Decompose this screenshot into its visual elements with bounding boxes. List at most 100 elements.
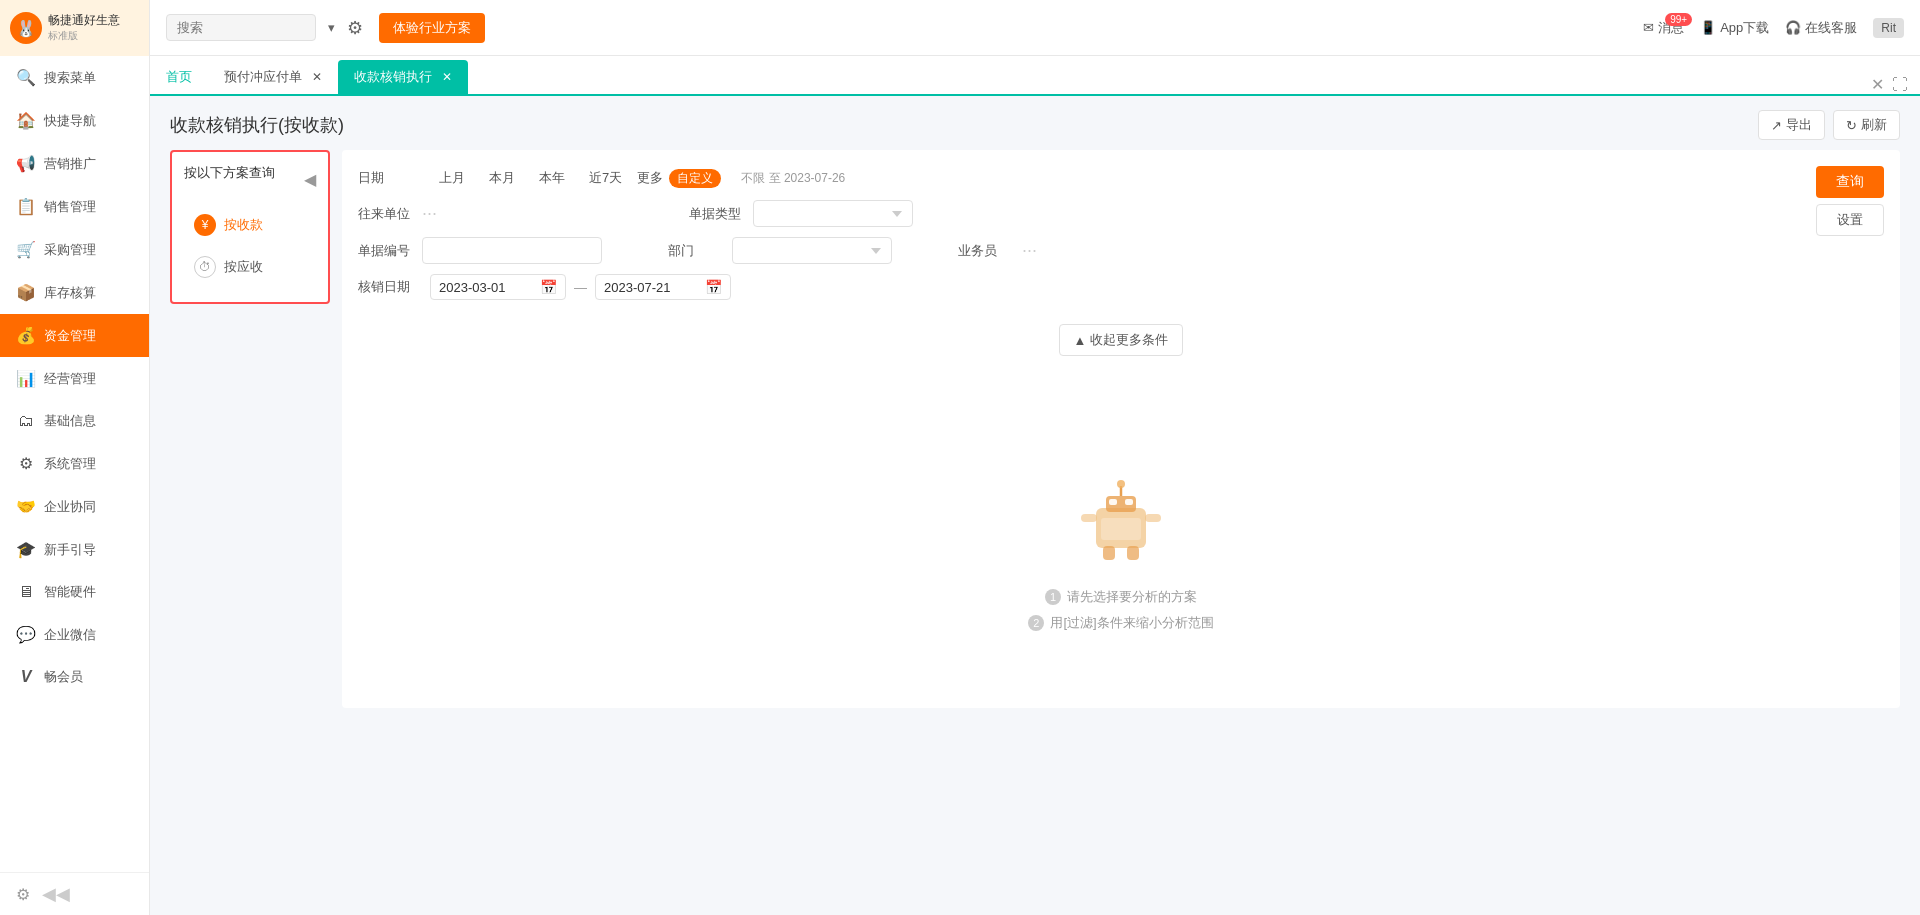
export-icon: ↗ bbox=[1771, 118, 1782, 133]
date-quick-buttons: 上月 本月 本年 近7天 更多 自定义 bbox=[430, 166, 721, 190]
topbar-gear-icon[interactable]: ⚙ bbox=[347, 17, 363, 39]
writeoff-date-range: 📅 — 📅 bbox=[430, 274, 731, 300]
tab-writeoff-close-icon[interactable]: ✕ bbox=[442, 70, 452, 84]
industry-solution-button[interactable]: 体验行业方案 bbox=[379, 13, 485, 43]
date-more[interactable]: 更多 bbox=[637, 169, 663, 187]
message-action[interactable]: ✉ 消息 99+ bbox=[1643, 19, 1684, 37]
topbar-search-input[interactable] bbox=[166, 14, 316, 41]
enterprise-icon: 🤝 bbox=[16, 497, 36, 516]
topbar: ▾ ⚙ 体验行业方案 ✉ 消息 99+ 📱 App下载 🎧 在线客服 Rit bbox=[150, 0, 1920, 56]
sidebar-item-hardware[interactable]: 🖥 智能硬件 bbox=[0, 571, 149, 613]
vip-icon: V bbox=[16, 668, 36, 686]
sidebar-item-inventory[interactable]: 📦 库存核算 bbox=[0, 271, 149, 314]
sidebar-item-sales[interactable]: 📋 销售管理 bbox=[0, 185, 149, 228]
sidebar: 🐰 畅捷通好生意 标准版 🔍 搜索菜单 🏠 快捷导航 📢 营销推广 📋 销售管理… bbox=[0, 0, 150, 915]
sidebar-item-purchase[interactable]: 🛒 采购管理 bbox=[0, 228, 149, 271]
refresh-label: 刷新 bbox=[1861, 116, 1887, 134]
chevron-up-icon: ▲ bbox=[1074, 333, 1087, 348]
tab-writeoff[interactable]: 收款核销执行 ✕ bbox=[338, 60, 468, 96]
sidebar-label-guide: 新手引导 bbox=[44, 541, 96, 559]
right-filter-panel: 日期 上月 本月 本年 近7天 更多 自定义 不限 至 2023-07-26 bbox=[342, 150, 1900, 708]
sidebar-nav: 🔍 搜索菜单 🏠 快捷导航 📢 营销推广 📋 销售管理 🛒 采购管理 📦 库存核… bbox=[0, 56, 149, 872]
mobile-icon: 📱 bbox=[1700, 20, 1716, 35]
writeoff-date-label: 核销日期 bbox=[358, 278, 414, 296]
tab-prepay[interactable]: 预付冲应付单 ✕ bbox=[208, 60, 338, 96]
online-service-action[interactable]: 🎧 在线客服 bbox=[1785, 19, 1857, 37]
salesperson-dots[interactable]: ··· bbox=[1022, 240, 1037, 261]
filter-option-receipt-label: 按收款 bbox=[224, 216, 263, 234]
guide-icon: 🎓 bbox=[16, 540, 36, 559]
date-btn-this-year[interactable]: 本年 bbox=[530, 166, 574, 190]
collapse-conditions-label: 收起更多条件 bbox=[1090, 331, 1168, 349]
writeoff-end-wrap: 📅 bbox=[595, 274, 731, 300]
writeoff-start-input[interactable] bbox=[439, 280, 534, 295]
sidebar-item-marketing[interactable]: 📢 营销推广 bbox=[0, 142, 149, 185]
export-button[interactable]: ↗ 导出 bbox=[1758, 110, 1825, 140]
filter-option-by-receipt[interactable]: ¥ 按收款 bbox=[184, 206, 316, 244]
export-label: 导出 bbox=[1786, 116, 1812, 134]
empty-hint-2-text: 用[过滤]条件来缩小分析范围 bbox=[1050, 614, 1213, 632]
app-download-label: App下载 bbox=[1720, 19, 1769, 37]
doc-no-input[interactable] bbox=[422, 237, 602, 264]
sidebar-item-search[interactable]: 🔍 搜索菜单 bbox=[0, 56, 149, 99]
online-service-label: 在线客服 bbox=[1805, 19, 1857, 37]
app-download-action[interactable]: 📱 App下载 bbox=[1700, 19, 1769, 37]
svg-rect-3 bbox=[1125, 499, 1133, 505]
sidebar-item-finance[interactable]: 💰 资金管理 bbox=[0, 314, 149, 357]
sidebar-label-search: 搜索菜单 bbox=[44, 69, 96, 87]
counterparty-dots[interactable]: ··· bbox=[422, 203, 437, 224]
sidebar-label-system: 系统管理 bbox=[44, 455, 96, 473]
refresh-button[interactable]: ↻ 刷新 bbox=[1833, 110, 1900, 140]
content-area: 收款核销执行(按收款) ↗ 导出 ↻ 刷新 按以下方案查询 ◀ bbox=[150, 96, 1920, 915]
left-panel-collapse-icon[interactable]: ◀ bbox=[304, 170, 316, 189]
sidebar-item-basic[interactable]: 🗂 基础信息 bbox=[0, 400, 149, 442]
app-logo-icon: 🐰 bbox=[10, 12, 42, 44]
calendar-end-icon[interactable]: 📅 bbox=[705, 279, 722, 295]
sidebar-label-purchase: 采购管理 bbox=[44, 241, 96, 259]
tabbar: 首页 预付冲应付单 ✕ 收款核销执行 ✕ ✕ ⛶ bbox=[150, 56, 1920, 96]
settings-button[interactable]: 设置 bbox=[1816, 204, 1884, 236]
sidebar-label-hardware: 智能硬件 bbox=[44, 583, 96, 601]
svg-rect-7 bbox=[1145, 514, 1161, 522]
sidebar-item-wechat[interactable]: 💬 企业微信 bbox=[0, 613, 149, 656]
date-btn-last-month[interactable]: 上月 bbox=[430, 166, 474, 190]
date-btn-last-7-days[interactable]: 近7天 bbox=[580, 166, 631, 190]
app-name: 畅捷通好生意 bbox=[48, 13, 120, 29]
inventory-icon: 📦 bbox=[16, 283, 36, 302]
basic-icon: 🗂 bbox=[16, 412, 36, 430]
maximize-window-icon[interactable]: ⛶ bbox=[1892, 76, 1908, 94]
date-btn-this-month[interactable]: 本月 bbox=[480, 166, 524, 190]
settings-icon[interactable]: ⚙ bbox=[16, 885, 30, 904]
headset-icon: 🎧 bbox=[1785, 20, 1801, 35]
topbar-dropdown-icon[interactable]: ▾ bbox=[328, 20, 335, 35]
sidebar-label-vip: 畅会员 bbox=[44, 668, 83, 686]
hardware-icon: 🖥 bbox=[16, 583, 36, 601]
dept-label: 部门 bbox=[668, 242, 724, 260]
empty-hint-2: 2 用[过滤]条件来缩小分析范围 bbox=[1028, 614, 1213, 632]
collapse-conditions-button[interactable]: ▲ 收起更多条件 bbox=[1059, 324, 1184, 356]
sidebar-item-vip[interactable]: V 畅会员 bbox=[0, 656, 149, 698]
sidebar-label-enterprise: 企业协同 bbox=[44, 498, 96, 516]
sidebar-label-wechat: 企业微信 bbox=[44, 626, 96, 644]
query-button[interactable]: 查询 bbox=[1816, 166, 1884, 198]
sidebar-item-guide[interactable]: 🎓 新手引导 bbox=[0, 528, 149, 571]
sidebar-label-finance: 资金管理 bbox=[44, 327, 96, 345]
main-area: ▾ ⚙ 体验行业方案 ✉ 消息 99+ 📱 App下载 🎧 在线客服 Rit 首… bbox=[150, 0, 1920, 915]
search-icon: 🔍 bbox=[16, 68, 36, 87]
sidebar-collapse-icon[interactable]: ◀◀ bbox=[42, 883, 70, 905]
sidebar-item-management[interactable]: 📊 经营管理 bbox=[0, 357, 149, 400]
user-name[interactable]: Rit bbox=[1873, 18, 1904, 38]
empty-state: 1 请先选择要分析的方案 2 用[过滤]条件来缩小分析范围 bbox=[358, 388, 1884, 692]
calendar-start-icon[interactable]: 📅 bbox=[540, 279, 557, 295]
filter-option-by-receivable[interactable]: ⏱ 按应收 bbox=[184, 248, 316, 286]
doc-type-label: 单据类型 bbox=[689, 205, 745, 223]
tab-prepay-close-icon[interactable]: ✕ bbox=[312, 70, 322, 84]
sidebar-item-system[interactable]: ⚙ 系统管理 bbox=[0, 442, 149, 485]
doc-type-select[interactable] bbox=[753, 200, 913, 227]
tab-home[interactable]: 首页 bbox=[150, 60, 208, 96]
writeoff-end-input[interactable] bbox=[604, 280, 699, 295]
sidebar-item-enterprise[interactable]: 🤝 企业协同 bbox=[0, 485, 149, 528]
dept-select[interactable] bbox=[732, 237, 892, 264]
close-window-icon[interactable]: ✕ bbox=[1871, 75, 1884, 94]
sidebar-item-quick-nav[interactable]: 🏠 快捷导航 bbox=[0, 99, 149, 142]
